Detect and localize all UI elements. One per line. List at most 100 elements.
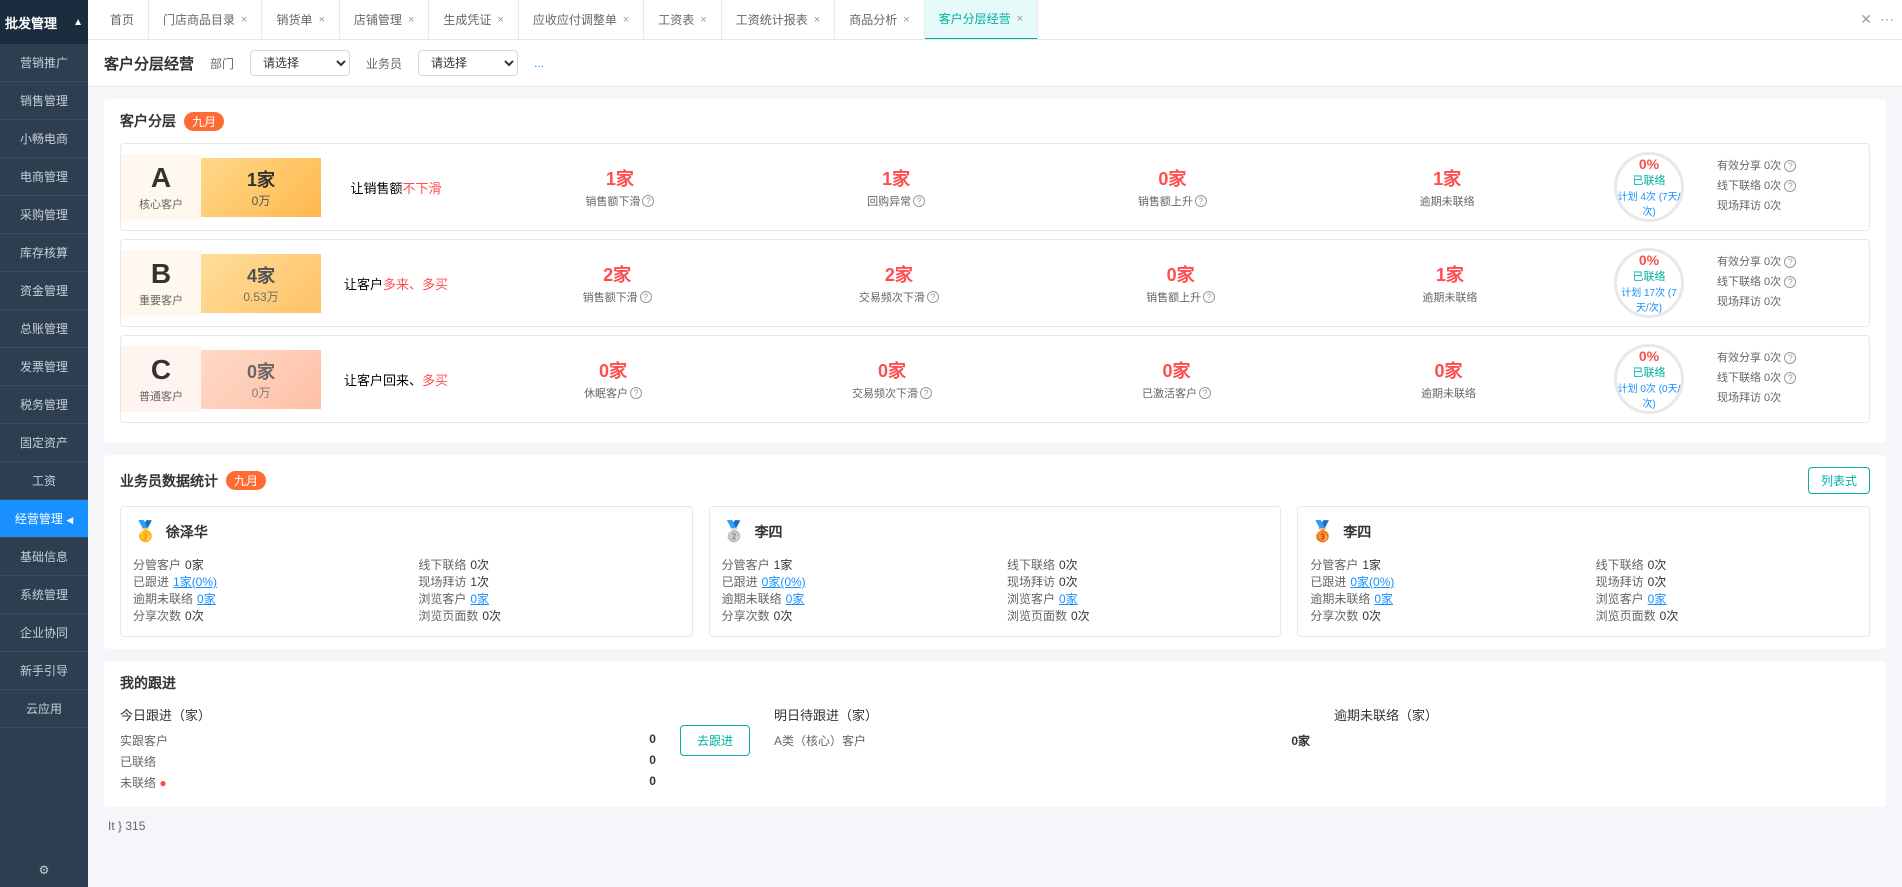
sidebar-item-tax[interactable]: 税务管理 bbox=[0, 386, 88, 424]
stat-c-dormant[interactable]: 0家 休眠客户 ? bbox=[584, 357, 642, 401]
salesman-1-stat-visit: 现场拜访 0次 bbox=[1007, 573, 1268, 590]
tab-more-icon[interactable]: ⋯ bbox=[1880, 11, 1894, 28]
list-mode-button[interactable]: 列表式 bbox=[1808, 467, 1870, 494]
goto-followup-button[interactable]: 去跟进 bbox=[680, 725, 750, 756]
tab-sales-order[interactable]: 销货单 × bbox=[262, 0, 339, 40]
salesman-section: 业务员数据统计 九月 列表式 🥇 徐泽华 分管客户 bbox=[104, 455, 1886, 649]
sales-select[interactable]: 请选择 bbox=[418, 50, 518, 76]
sidebar-item-cloud[interactable]: 云应用 bbox=[0, 690, 88, 728]
tier-a-stats: 1家 销售额下滑 ? 1家 回购异常 ? 0家 销售额上升 ? 1家 逾期未联络 bbox=[471, 157, 1589, 217]
tab-close-all-icon[interactable]: ✕ bbox=[1860, 11, 1872, 28]
stat-b-overdue[interactable]: 1家 逾期未联络 bbox=[1422, 261, 1477, 305]
salesman-card-1: 🥈 李四 分管客户 1家 已跟进 0家(0%) bbox=[709, 506, 1282, 637]
more-filters-btn[interactable]: ... bbox=[534, 56, 544, 70]
sidebar-item-ecommerce-small[interactable]: 小畅电商 bbox=[0, 120, 88, 158]
tab-close-store-manage[interactable]: × bbox=[408, 0, 414, 40]
tab-close-store-products[interactable]: × bbox=[241, 0, 247, 40]
stat-a-overdue[interactable]: 1家 逾期未联络 bbox=[1420, 165, 1475, 209]
tab-close-product-analysis[interactable]: × bbox=[903, 0, 909, 40]
salesman-2-stat-shares: 分享次数 0次 bbox=[1310, 607, 1571, 624]
salesman-2-stat-overdue: 逾期未联络 0家 bbox=[1310, 590, 1571, 607]
dept-select[interactable]: 请选择 bbox=[250, 50, 350, 76]
sidebar-settings[interactable]: ⚙ bbox=[0, 853, 88, 887]
stat-b-freq-decline[interactable]: 2家 交易频次下滑 ? bbox=[859, 261, 939, 305]
sales-label: 业务员 bbox=[366, 55, 402, 72]
sidebar-item-base-info[interactable]: 基础信息 bbox=[0, 538, 88, 576]
dept-label: 部门 bbox=[210, 55, 234, 72]
tomorrow-row-a: A类（核心）客户 0家 bbox=[774, 732, 1310, 749]
tab-payroll-report[interactable]: 工资统计报表 × bbox=[722, 0, 835, 40]
tier-b-contact-circle: 0% 已联络 计划 17次 (7天/次) bbox=[1589, 240, 1709, 326]
tab-payroll[interactable]: 工资表 × bbox=[644, 0, 721, 40]
sidebar-item-sales[interactable]: 销售管理 bbox=[0, 82, 88, 120]
tab-close-sales-order[interactable]: × bbox=[318, 0, 324, 40]
tab-close-receivable-adjustment[interactable]: × bbox=[623, 0, 629, 40]
sidebar-item-purchase[interactable]: 采购管理 bbox=[0, 196, 88, 234]
salesman-1-stat-offline: 线下联络 0次 bbox=[1007, 556, 1268, 573]
tab-home[interactable]: 首页 bbox=[96, 0, 149, 40]
sidebar-item-guide[interactable]: 新手引导 bbox=[0, 652, 88, 690]
tab-close-generate-voucher[interactable]: × bbox=[497, 0, 503, 40]
salesman-0-stat-managed: 分管客户 0家 bbox=[133, 556, 394, 573]
stat-c-overdue[interactable]: 0家 逾期未联络 bbox=[1421, 357, 1476, 401]
sidebar-item-management[interactable]: 经营管理 ◀ bbox=[0, 500, 88, 538]
sidebar-item-finance[interactable]: 资金管理 bbox=[0, 272, 88, 310]
stat-a-sales-rise[interactable]: 0家 销售额上升 ? bbox=[1138, 165, 1207, 209]
salesman-2-stat-followed: 已跟进 0家(0%) bbox=[1310, 573, 1571, 590]
sidebar-toggle-icon[interactable]: ▲ bbox=[73, 17, 83, 28]
tier-c-slogan: 让客户回来、多买 bbox=[321, 362, 471, 397]
tab-close-payroll[interactable]: × bbox=[700, 0, 706, 40]
tier-a-contact-circle: 0% 已联络 计划 4次 (7天/次) bbox=[1589, 144, 1709, 230]
customer-tier-title: 客户分层 bbox=[120, 111, 176, 131]
tier-b-slogan: 让客户多来、多买 bbox=[321, 266, 471, 301]
salesman-2-stat-offline: 线下联络 0次 bbox=[1596, 556, 1857, 573]
sidebar-item-invoice[interactable]: 发票管理 bbox=[0, 348, 88, 386]
stat-b-sales-rise[interactable]: 0家 销售额上升 ? bbox=[1146, 261, 1215, 305]
tab-bar-actions: ✕ ⋯ bbox=[1860, 11, 1894, 28]
sidebar-item-salary[interactable]: 工资 bbox=[0, 462, 88, 500]
tab-generate-voucher[interactable]: 生成凭证 × bbox=[429, 0, 518, 40]
salesman-section-title: 业务员数据统计 bbox=[120, 471, 218, 491]
sidebar-item-sys[interactable]: 系统管理 bbox=[0, 576, 88, 614]
sidebar-title: 批发管理 bbox=[5, 13, 57, 32]
tab-product-analysis[interactable]: 商品分析 × bbox=[835, 0, 924, 40]
salesman-2-stat-browse-pages: 浏览页面数 0次 bbox=[1596, 607, 1857, 624]
sidebar-item-ledger[interactable]: 总账管理 bbox=[0, 310, 88, 348]
sidebar-item-ecommerce[interactable]: 电商管理 bbox=[0, 158, 88, 196]
sidebar-header: 批发管理 ▲ bbox=[0, 0, 88, 44]
tomorrow-followup: 明日待跟进（家） A类（核心）客户 0家 bbox=[774, 705, 1310, 753]
tier-c-amount: 0家 0万 bbox=[201, 350, 321, 409]
sidebar-item-collab[interactable]: 企业协同 bbox=[0, 614, 88, 652]
customer-tier-header: 客户分层 九月 bbox=[120, 111, 1870, 131]
salesman-2-medal: 🥉 bbox=[1310, 519, 1335, 544]
sidebar-item-marketing[interactable]: 营销推广 bbox=[0, 44, 88, 82]
tab-customer-tier[interactable]: 客户分层经营 × bbox=[925, 0, 1038, 40]
tab-store-manage[interactable]: 店铺管理 × bbox=[340, 0, 429, 40]
salesman-card-2: 🥉 李四 分管客户 1家 已跟进 0家(0%) bbox=[1297, 506, 1870, 637]
salesman-0-stat-browse-pages: 浏览页面数 0次 bbox=[418, 607, 679, 624]
tab-receivable-adjustment[interactable]: 应收应付调整单 × bbox=[519, 0, 644, 40]
stat-b-sales-decline[interactable]: 2家 销售额下滑 ? bbox=[583, 261, 652, 305]
salesman-2-stat-managed: 分管客户 1家 bbox=[1310, 556, 1571, 573]
sidebar-item-fixed-assets[interactable]: 固定资产 bbox=[0, 424, 88, 462]
followup-title: 我的跟进 bbox=[120, 673, 1870, 693]
salesman-1-stat-browse-customer: 浏览客户 0家 bbox=[1007, 590, 1268, 607]
tomorrow-followup-title: 明日待跟进（家） bbox=[774, 705, 1310, 724]
salesman-2-stat-visit: 现场拜访 0次 bbox=[1596, 573, 1857, 590]
stat-a-sales-decline[interactable]: 1家 销售额下滑 ? bbox=[585, 165, 654, 209]
overdue-followup: 逾期未联络（家） bbox=[1334, 705, 1870, 732]
page-title: 客户分层经营 bbox=[104, 53, 194, 74]
tier-a-slogan: 让销售额不下滑 bbox=[321, 170, 471, 205]
salesman-0-stat-visit: 现场拜访 1次 bbox=[418, 573, 679, 590]
stat-a-repurchase-abnormal[interactable]: 1家 回购异常 ? bbox=[867, 165, 925, 209]
content-area: 客户分层 九月 A 核心客户 1家 0万 让销售额不下滑 1家 bbox=[88, 87, 1902, 887]
tab-store-products[interactable]: 门店商品目录 × bbox=[149, 0, 262, 40]
stat-c-freq-decline[interactable]: 0家 交易频次下滑 ? bbox=[852, 357, 932, 401]
salesman-0-header: 🥇 徐泽华 bbox=[133, 519, 680, 544]
tab-close-customer-tier[interactable]: × bbox=[1017, 0, 1023, 39]
sidebar-item-inventory[interactable]: 库存核算 bbox=[0, 234, 88, 272]
tier-c-stats: 0家 休眠客户 ? 0家 交易频次下滑 ? 0家 已激活客户 ? 0家 逾期未联… bbox=[471, 349, 1589, 409]
stat-c-activated[interactable]: 0家 已激活客户 ? bbox=[1142, 357, 1211, 401]
tier-c-label: C 普通客户 bbox=[121, 346, 201, 412]
tab-close-payroll-report[interactable]: × bbox=[814, 0, 820, 40]
